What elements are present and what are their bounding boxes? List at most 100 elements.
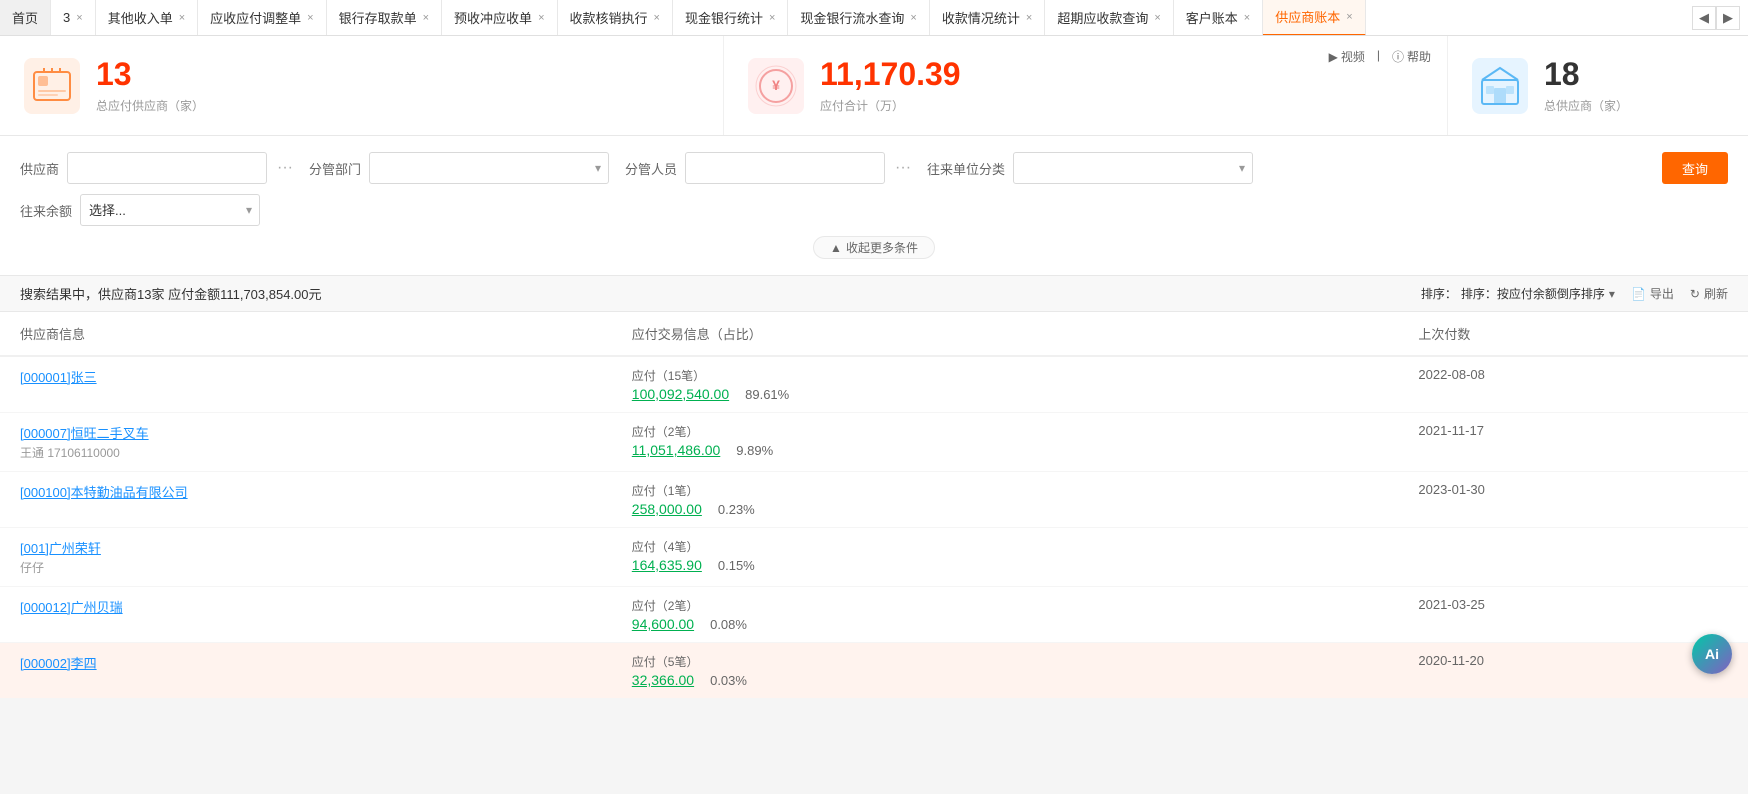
payable-total-amount: 11,170.39 [820,57,961,92]
close-icon[interactable]: × [910,12,916,24]
close-icon[interactable]: × [423,12,429,24]
last-pay-cell-4 [1398,528,1748,587]
supplier-cell-3: [000100]本特勤油品有限公司 [0,472,612,528]
payable-row-5: 94,600.00 0.08% [632,616,1379,632]
filter-row-1: 供应商 ··· 分管部门 分管人员 ··· 往来单位分类 查询 [20,152,1728,184]
dept-select[interactable] [369,152,609,184]
close-icon[interactable]: × [307,12,313,24]
supplier-filter-label: 供应商 [20,159,59,178]
results-info: 搜索结果中，供应商13家 应付金额111,703,854.00元 [20,284,322,303]
payable-label-6: 应付（5笔） [632,653,1379,670]
payable-percent-6: 0.03% [710,673,747,688]
video-icon: ▶ [1329,50,1338,64]
payable-label-5: 应付（2笔） [632,597,1379,614]
search-button[interactable]: 查询 [1662,152,1728,184]
table-row: [001]广州荣轩 仔仔 应付（4笔） 164,635.90 0.15% [0,528,1748,587]
nav-tab-supplier-ledger-label: 供应商账本 [1275,7,1340,26]
nav-tab-bank[interactable]: 银行存取款单 × [327,0,442,36]
nav-tab-supplier-ledger[interactable]: 供应商账本 × [1263,0,1365,36]
close-icon[interactable]: × [1346,11,1352,23]
person-filter-label: 分管人员 [625,159,677,178]
supplier-link-2[interactable]: [000007]恒旺二手叉车 [20,426,149,441]
nav-tab-overdue[interactable]: 超期应收款查询 × [1045,0,1173,36]
supplier-cell-4: [001]广州荣轩 仔仔 [0,528,612,587]
supplier-link-6[interactable]: [000002]李四 [20,656,97,671]
summary-card-payable-suppliers: 13 总应付供应商（家） [0,36,724,135]
nav-prev-arrow[interactable]: ◀ [1692,6,1716,30]
ai-badge[interactable]: Ai [1692,634,1732,674]
nav-tab-3[interactable]: 3 × [51,0,96,36]
nav-tab-collection-stat[interactable]: 收款情况统计 × [930,0,1045,36]
supplier-link-5[interactable]: [000012]广州贝瑞 [20,600,123,615]
dept-filter-label: 分管部门 [309,159,361,178]
col-header-payable: 应付交易信息（占比） [612,312,1399,356]
close-icon[interactable]: × [1244,12,1250,24]
close-icon[interactable]: × [538,12,544,24]
export-button[interactable]: 📄 导出 [1631,285,1674,302]
person-dots-icon[interactable]: ··· [895,159,911,177]
payable-cell-5: 应付（2笔） 94,600.00 0.08% [612,587,1399,643]
last-pay-cell-5: 2021-03-25 [1398,587,1748,643]
summary-info-1: 13 总应付供应商（家） [96,57,204,113]
supplier-table: 供应商信息 应付交易信息（占比） 上次付数 [000001]张三 应付（15笔）… [0,312,1748,699]
close-icon[interactable]: × [769,12,775,24]
supplier-link-1[interactable]: [000001]张三 [20,370,97,385]
payable-amount-3[interactable]: 258,000.00 [632,501,702,517]
close-icon[interactable]: × [654,12,660,24]
payable-amount-2[interactable]: 11,051,486.00 [632,442,721,458]
refresh-icon: ↻ [1690,287,1700,301]
nav-tab-cash-flow-label: 现金银行流水查询 [800,8,904,27]
divider: | [1377,48,1380,65]
supplier-input[interactable] [67,152,267,184]
top-right-links: ▶ 视频 | ⓘ 帮助 [1329,48,1431,65]
summary-card-total-suppliers: 18 总供应商（家） [1448,36,1748,135]
nav-tab-other-income-label: 其他收入单 [108,8,173,27]
nav-tab-adjustment[interactable]: 应收应付调整单 × [198,0,326,36]
supplier-icon-1 [24,58,80,114]
total-suppliers-label: 总供应商（家） [1544,97,1628,114]
help-link[interactable]: ⓘ 帮助 [1392,48,1431,65]
store-icon [1472,58,1528,114]
balance-select[interactable]: 选择... [80,194,260,226]
supplier-link-3[interactable]: [000100]本特勤油品有限公司 [20,485,188,500]
person-input[interactable] [685,152,885,184]
nav-tab-home[interactable]: 首页 [0,0,51,36]
results-actions: 排序： 排序：按应付余额倒序排序 ▾ 📄 导出 ↻ 刷新 [1421,285,1728,302]
category-select[interactable] [1013,152,1253,184]
filter-row-2: 往来余额 选择... [20,194,1728,226]
supplier-cell-1: [000001]张三 [0,356,612,413]
payable-amount-4[interactable]: 164,635.90 [632,557,702,573]
collapse-button[interactable]: ▲ 收起更多条件 [813,236,935,259]
filter-supplier: 供应商 ··· [20,152,293,184]
svg-text:¥: ¥ [772,77,780,93]
close-icon[interactable]: × [1026,12,1032,24]
close-icon[interactable]: × [76,12,82,24]
close-icon[interactable]: × [1154,12,1160,24]
refresh-button[interactable]: ↻ 刷新 [1690,285,1728,302]
video-link[interactable]: ▶ 视频 [1329,48,1365,65]
video-label: 视频 [1341,48,1365,65]
export-icon: 📄 [1631,287,1646,301]
ai-badge-label: Ai [1705,646,1719,662]
sort-down-icon: ▾ [1609,287,1615,301]
nav-tab-cash-flow[interactable]: 现金银行流水查询 × [788,0,929,36]
filter-dept: 分管部门 [309,152,609,184]
sort-control[interactable]: 排序： 排序：按应付余额倒序排序 ▾ [1421,285,1615,302]
collapse-up-icon: ▲ [830,241,842,255]
collapse-label: 收起更多条件 [846,239,918,256]
supplier-dots-icon[interactable]: ··· [277,159,293,177]
nav-tab-prepay[interactable]: 预收冲应收单 × [442,0,557,36]
payable-label-4: 应付（4笔） [632,538,1379,555]
nav-tab-other-income[interactable]: 其他收入单 × [96,0,198,36]
supplier-link-4[interactable]: [001]广州荣轩 [20,541,101,556]
nav-next-arrow[interactable]: ▶ [1716,6,1740,30]
nav-tab-collection[interactable]: 收款核销执行 × [558,0,673,36]
payable-amount-1[interactable]: 100,092,540.00 [632,386,729,402]
close-icon[interactable]: × [179,12,185,24]
nav-tab-customer-ledger[interactable]: 客户账本 × [1174,0,1263,36]
filter-category: 往来单位分类 [927,152,1253,184]
payable-amount-5[interactable]: 94,600.00 [632,616,694,632]
payable-percent-1: 89.61% [745,387,789,402]
payable-amount-6[interactable]: 32,366.00 [632,672,694,688]
nav-tab-cash-stat[interactable]: 现金银行统计 × [673,0,788,36]
